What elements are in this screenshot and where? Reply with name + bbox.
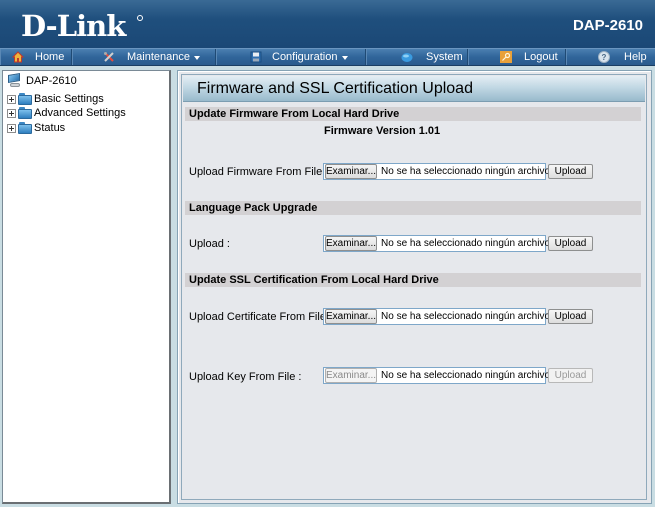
nav-configuration[interactable]: Configuration	[216, 49, 366, 65]
floppy-disk-icon	[250, 51, 262, 63]
certificate-browse-button[interactable]: Examinar...	[325, 309, 378, 324]
nav-logout-label: Logout	[524, 51, 558, 63]
upload-certificate-label: Upload Certificate From File :	[189, 311, 333, 323]
section-header-ssl: Update SSL Certification From Local Hard…	[185, 273, 641, 287]
dlink-logo: D-Link	[21, 9, 126, 43]
tree-root-device[interactable]: DAP-2610	[7, 72, 77, 88]
nav-system[interactable]: System	[366, 49, 468, 65]
globe-icon	[401, 53, 413, 62]
folder-icon	[18, 122, 32, 134]
folder-icon	[18, 93, 32, 105]
firmware-file-status: No se ha seleccionado ningún archivo.	[381, 166, 553, 177]
key-browse-button[interactable]: Examinar...	[325, 368, 378, 383]
tree-item-label: Status	[34, 122, 66, 134]
tree-item-basic-settings[interactable]: Basic Settings	[7, 92, 104, 106]
nav-system-label: System	[426, 51, 463, 63]
firmware-upload-button[interactable]: Upload	[548, 164, 593, 179]
nav-help-label: Help	[624, 51, 647, 63]
firmware-browse-button[interactable]: Examinar...	[325, 164, 378, 179]
certificate-file-status: No se ha seleccionado ningún archivo.	[381, 311, 553, 322]
certificate-file-input[interactable]: Examinar... No se ha seleccionado ningún…	[323, 308, 553, 325]
expand-plus-icon[interactable]	[7, 123, 16, 133]
nav-configuration-label: Configuration	[272, 51, 338, 63]
upload-language-label: Upload :	[189, 238, 230, 250]
tree-item-advanced-settings[interactable]: Advanced Settings	[7, 106, 126, 120]
key-file-input[interactable]: Examinar... No se ha seleccionado ningún…	[323, 367, 553, 384]
firmware-file-input[interactable]: Examinar... No se ha seleccionado ningún…	[323, 163, 553, 180]
section-header-language: Language Pack Upgrade	[185, 201, 641, 215]
language-file-status: No se ha seleccionado ningún archivo.	[381, 238, 553, 249]
nav-maintenance[interactable]: Maintenance	[72, 49, 216, 65]
nav-maintenance-label: Maintenance	[127, 51, 190, 63]
tree-item-status[interactable]: Status	[7, 121, 65, 135]
nav-home[interactable]: Home	[0, 49, 72, 65]
upload-firmware-label: Upload Firmware From File :	[189, 166, 329, 178]
chevron-down-icon	[342, 56, 348, 60]
header-banner: D-Link DAP-2610	[0, 0, 655, 48]
key-upload-button[interactable]: Upload	[548, 368, 593, 383]
svg-text:?: ?	[602, 53, 607, 62]
tree-item-label: Advanced Settings	[34, 107, 126, 119]
language-browse-button[interactable]: Examinar...	[325, 236, 378, 251]
page-title-bar: Firmware and SSL Certification Upload	[183, 76, 645, 102]
certificate-upload-button[interactable]: Upload	[548, 309, 593, 324]
tree-item-label: Basic Settings	[34, 93, 104, 105]
home-icon	[12, 51, 24, 63]
model-name: DAP-2610	[572, 17, 643, 34]
upload-key-label: Upload Key From File :	[189, 371, 302, 383]
page-title: Firmware and SSL Certification Upload	[197, 80, 473, 97]
navigation-tree: DAP-2610 Basic Settings Advanced Setting…	[2, 70, 171, 504]
chevron-down-icon	[194, 56, 200, 60]
tools-icon	[104, 52, 114, 62]
nav-help[interactable]: ? Help	[566, 49, 655, 65]
key-file-status: No se ha seleccionado ningún archivo.	[381, 370, 553, 381]
help-icon: ?	[598, 51, 610, 63]
expand-plus-icon[interactable]	[7, 94, 16, 104]
key-icon	[500, 51, 512, 63]
folder-icon	[18, 107, 32, 119]
firmware-version: Firmware Version 1.01	[324, 125, 441, 137]
tree-root-label: DAP-2610	[26, 75, 77, 87]
nav-home-label: Home	[35, 51, 65, 63]
language-file-input[interactable]: Examinar... No se ha seleccionado ningún…	[323, 235, 553, 252]
section-header-firmware: Update Firmware From Local Hard Drive	[185, 107, 641, 121]
registered-mark-icon	[137, 15, 143, 21]
main-content-panel	[181, 74, 647, 500]
access-point-icon	[7, 72, 23, 88]
expand-plus-icon[interactable]	[7, 108, 16, 118]
top-nav-bar: Home Maintenance Configuration System Lo…	[0, 48, 655, 66]
nav-logout[interactable]: Logout	[468, 49, 566, 65]
language-upload-button[interactable]: Upload	[548, 236, 593, 251]
